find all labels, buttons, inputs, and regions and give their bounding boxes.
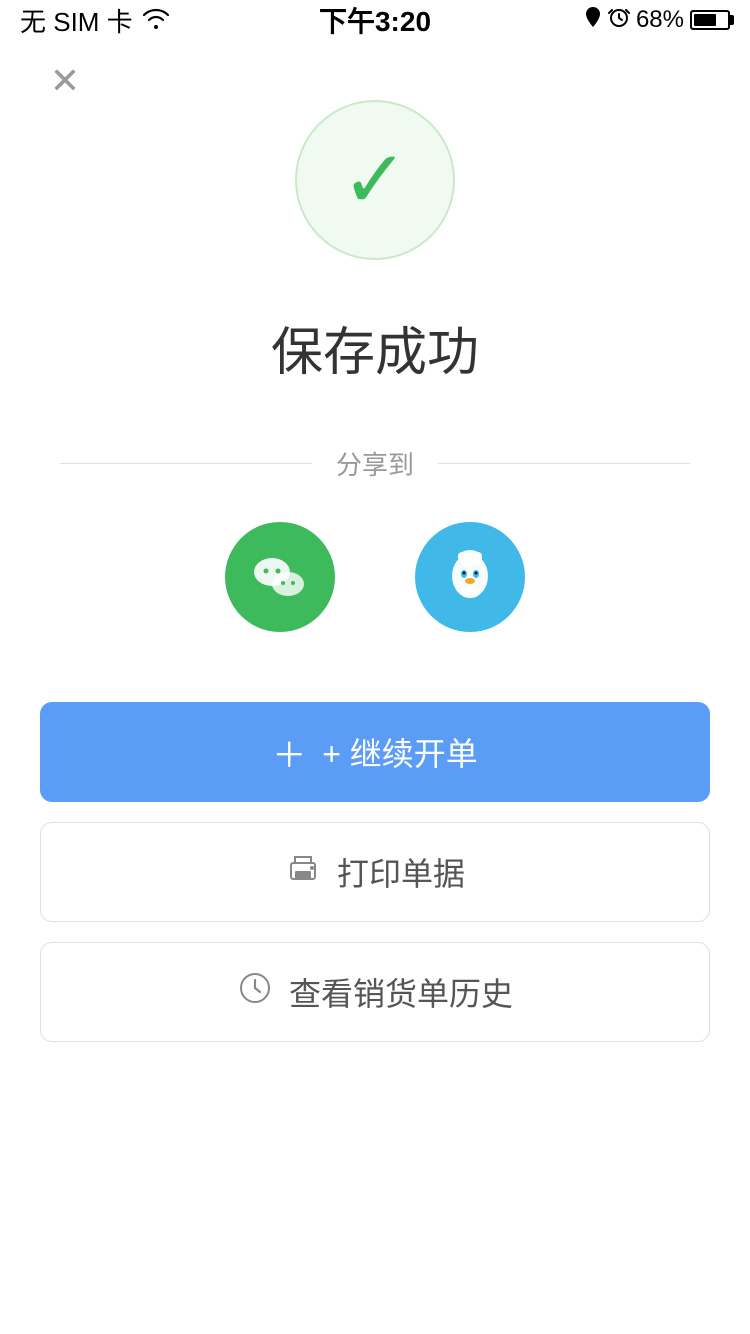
wifi-icon — [141, 5, 171, 36]
no-sim-text: 无 SIM 卡 — [20, 2, 133, 39]
alarm-icon — [608, 6, 630, 35]
print-button[interactable]: 打印单据 — [40, 822, 710, 922]
qq-share-button[interactable] — [415, 522, 525, 632]
status-time: 下午3:20 — [319, 0, 431, 40]
location-icon — [584, 6, 602, 35]
wechat-icon — [250, 550, 310, 605]
status-right: 68% — [584, 6, 730, 35]
status-left: 无 SIM 卡 — [20, 2, 171, 39]
wechat-share-button[interactable] — [225, 522, 335, 632]
share-divider: 分享到 — [0, 445, 750, 482]
plus-icon: ＋ — [272, 728, 306, 777]
success-title: 保存成功 — [271, 310, 479, 385]
battery-icon — [690, 10, 730, 30]
close-button[interactable]: ✕ — [40, 56, 90, 106]
action-buttons: ＋ + 继续开单 打印单据 查看销货单历 — [0, 702, 750, 1042]
printer-icon — [285, 851, 321, 894]
clock-icon — [237, 970, 273, 1015]
battery-percent: 68% — [636, 6, 684, 34]
continue-button[interactable]: ＋ + 继续开单 — [40, 702, 710, 802]
print-label: 打印单据 — [337, 849, 465, 895]
status-bar: 无 SIM 卡 下午3:20 68% — [0, 0, 750, 40]
checkmark-icon: ✓ — [341, 140, 408, 220]
history-button[interactable]: 查看销货单历史 — [40, 942, 710, 1042]
divider-left — [60, 463, 312, 464]
continue-label: + 继续开单 — [322, 729, 478, 775]
main-content: ✓ 保存成功 分享到 — [0, 40, 750, 1042]
share-label: 分享到 — [312, 445, 438, 482]
history-label: 查看销货单历史 — [289, 969, 513, 1015]
share-icons-row — [225, 522, 525, 632]
qq-icon — [444, 548, 496, 606]
divider-right — [438, 463, 690, 464]
close-icon: ✕ — [50, 63, 80, 99]
success-circle: ✓ — [295, 100, 455, 260]
